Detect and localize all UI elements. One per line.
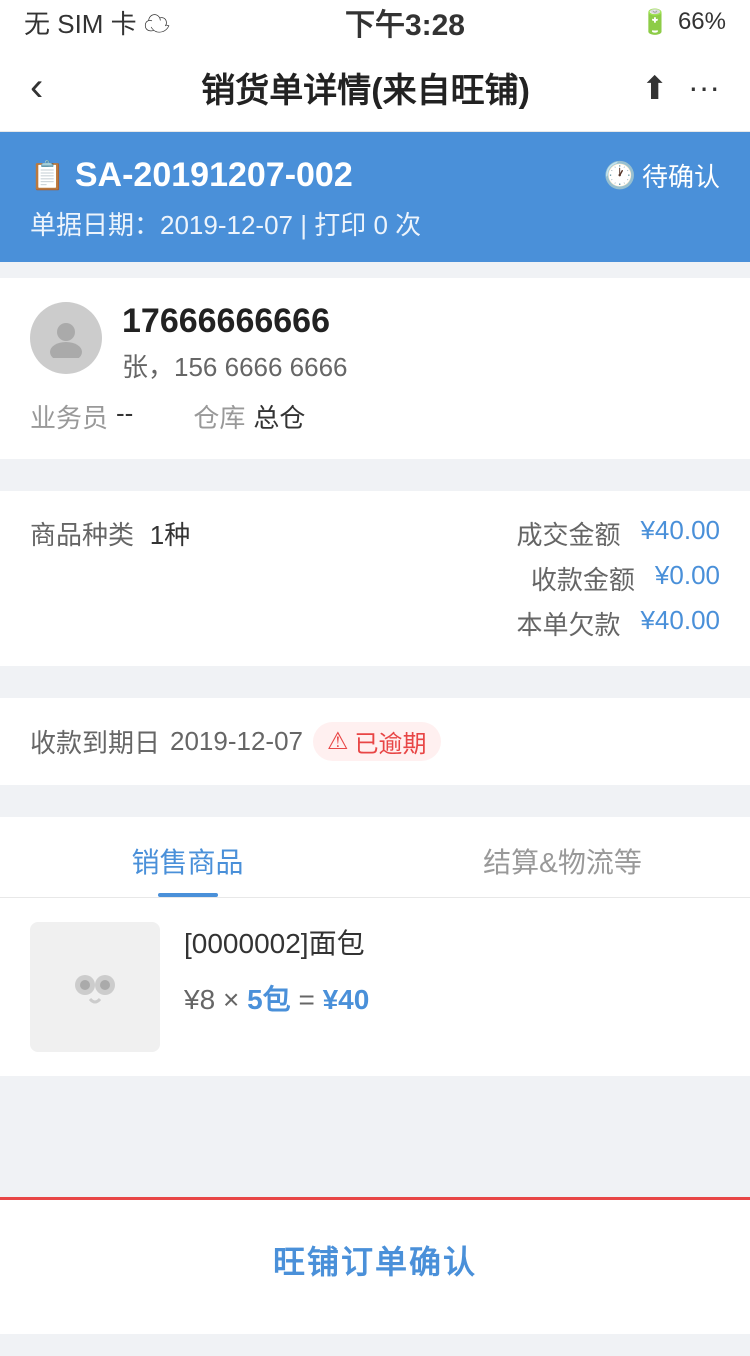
owed-line: 本单欠款 ¥40.00 <box>516 605 720 642</box>
tab-settlement[interactable]: 结算&物流等 <box>375 817 750 897</box>
order-header: 📋 SA-20191207-002 🕐 待确认 单据日期：2019-12-07 … <box>0 132 750 262</box>
share-icon[interactable]: ⬆ <box>641 69 668 107</box>
customer-card: 17666666666 张，156 6666 6666 业务员 -- 仓库 总仓 <box>0 278 750 459</box>
order-header-top: 📋 SA-20191207-002 🕐 待确认 <box>30 156 720 195</box>
due-date-card: 收款到期日 2019-12-07 ⚠ 已逾期 <box>0 698 750 785</box>
status-time: 下午3:28 <box>345 0 465 44</box>
customer-name: 张，156 6666 6666 <box>122 347 720 384</box>
confirm-button[interactable]: 旺铺订单确认 <box>30 1216 720 1304</box>
received-label: 收款金额 <box>531 560 635 597</box>
status-bar: 无 SIM 卡 ☁ 下午3:28 🔋 66% <box>0 0 750 44</box>
product-price-row: ¥8 × 5包 = ¥40 <box>184 978 720 1018</box>
battery-icon: 🔋 <box>640 8 670 37</box>
quantity: 5包 <box>247 984 291 1015</box>
tab-sales-products[interactable]: 销售商品 <box>0 817 375 897</box>
amount-line: 成交金额 ¥40.00 <box>516 515 720 552</box>
equals-sign: = <box>298 984 322 1015</box>
salesperson-item: 业务员 -- <box>30 398 133 435</box>
clock-icon: 🕐 <box>604 160 636 191</box>
back-button[interactable]: ‹ <box>30 65 90 110</box>
price-unit: ¥8 <box>184 984 215 1015</box>
divider-1 <box>0 459 750 475</box>
summary-card: 商品种类 1种 成交金额 ¥40.00 收款金额 ¥0.00 本单欠款 ¥40.… <box>0 491 750 666</box>
product-info: [0000002]面包 ¥8 × 5包 = ¥40 <box>184 922 720 1052</box>
status-left: 无 SIM 卡 ☁ <box>24 4 170 41</box>
tabs-row: 销售商品 结算&物流等 <box>0 817 750 898</box>
product-thumbnail <box>30 922 160 1052</box>
owed-label: 本单欠款 <box>516 605 620 642</box>
product-card: [0000002]面包 ¥8 × 5包 = ¥40 <box>0 898 750 1076</box>
summary-row: 商品种类 1种 成交金额 ¥40.00 收款金额 ¥0.00 本单欠款 ¥40.… <box>30 515 720 642</box>
overdue-text: 已逾期 <box>355 724 427 759</box>
summary-right: 成交金额 ¥40.00 收款金额 ¥0.00 本单欠款 ¥40.00 <box>516 515 720 642</box>
page-title: 销货单详情(来自旺铺) <box>90 63 641 112</box>
due-date-row: 收款到期日 2019-12-07 ⚠ 已逾期 <box>30 722 720 761</box>
overdue-icon: ⚠ <box>327 727 349 756</box>
warehouse-item: 仓库 总仓 <box>193 398 305 435</box>
salesperson-label: 业务员 <box>30 398 108 435</box>
multiply-sign: × <box>223 984 247 1015</box>
battery-percent: 66% <box>678 8 726 36</box>
confirm-button-wrap: 旺铺订单确认 <box>0 1197 750 1334</box>
divider-2 <box>0 666 750 682</box>
avatar <box>30 302 102 374</box>
customer-phone: 17666666666 <box>122 302 720 341</box>
divider-3 <box>0 785 750 801</box>
type-value: 1种 <box>150 520 190 550</box>
amount-label: 成交金额 <box>516 515 620 552</box>
customer-meta: 业务员 -- 仓库 总仓 <box>30 398 720 435</box>
amount-value: ¥40.00 <box>640 515 720 552</box>
summary-left: 商品种类 1种 <box>30 515 190 552</box>
received-line: 收款金额 ¥0.00 <box>531 560 720 597</box>
status-text: 待确认 <box>642 157 720 194</box>
order-id-row: 📋 SA-20191207-002 <box>30 156 353 195</box>
order-id: SA-20191207-002 <box>75 156 353 195</box>
order-date: 单据日期：2019-12-07 | 打印 0 次 <box>30 205 720 242</box>
product-name: [0000002]面包 <box>184 922 720 962</box>
no-sim-text: 无 SIM 卡 ☁ <box>24 4 170 41</box>
due-date-label: 收款到期日 <box>30 723 160 760</box>
customer-info: 17666666666 张，156 6666 6666 <box>122 302 720 384</box>
more-icon[interactable]: ··· <box>688 69 720 106</box>
overdue-badge: ⚠ 已逾期 <box>313 722 441 761</box>
owed-value: ¥40.00 <box>640 605 720 642</box>
type-label: 商品种类 <box>30 520 134 550</box>
due-date-value: 2019-12-07 <box>170 726 303 757</box>
warehouse-label: 仓库 <box>193 398 245 435</box>
status-right: 🔋 66% <box>640 8 726 37</box>
order-type-icon: 📋 <box>30 159 65 192</box>
salesperson-value: -- <box>116 398 133 435</box>
order-status: 🕐 待确认 <box>604 157 720 194</box>
total-price: ¥40 <box>323 984 370 1015</box>
nav-actions: ⬆ ··· <box>641 69 720 107</box>
customer-row: 17666666666 张，156 6666 6666 <box>30 302 720 384</box>
warehouse-value: 总仓 <box>253 398 305 435</box>
nav-bar: ‹ 销货单详情(来自旺铺) ⬆ ··· <box>0 44 750 132</box>
received-value: ¥0.00 <box>655 560 720 597</box>
